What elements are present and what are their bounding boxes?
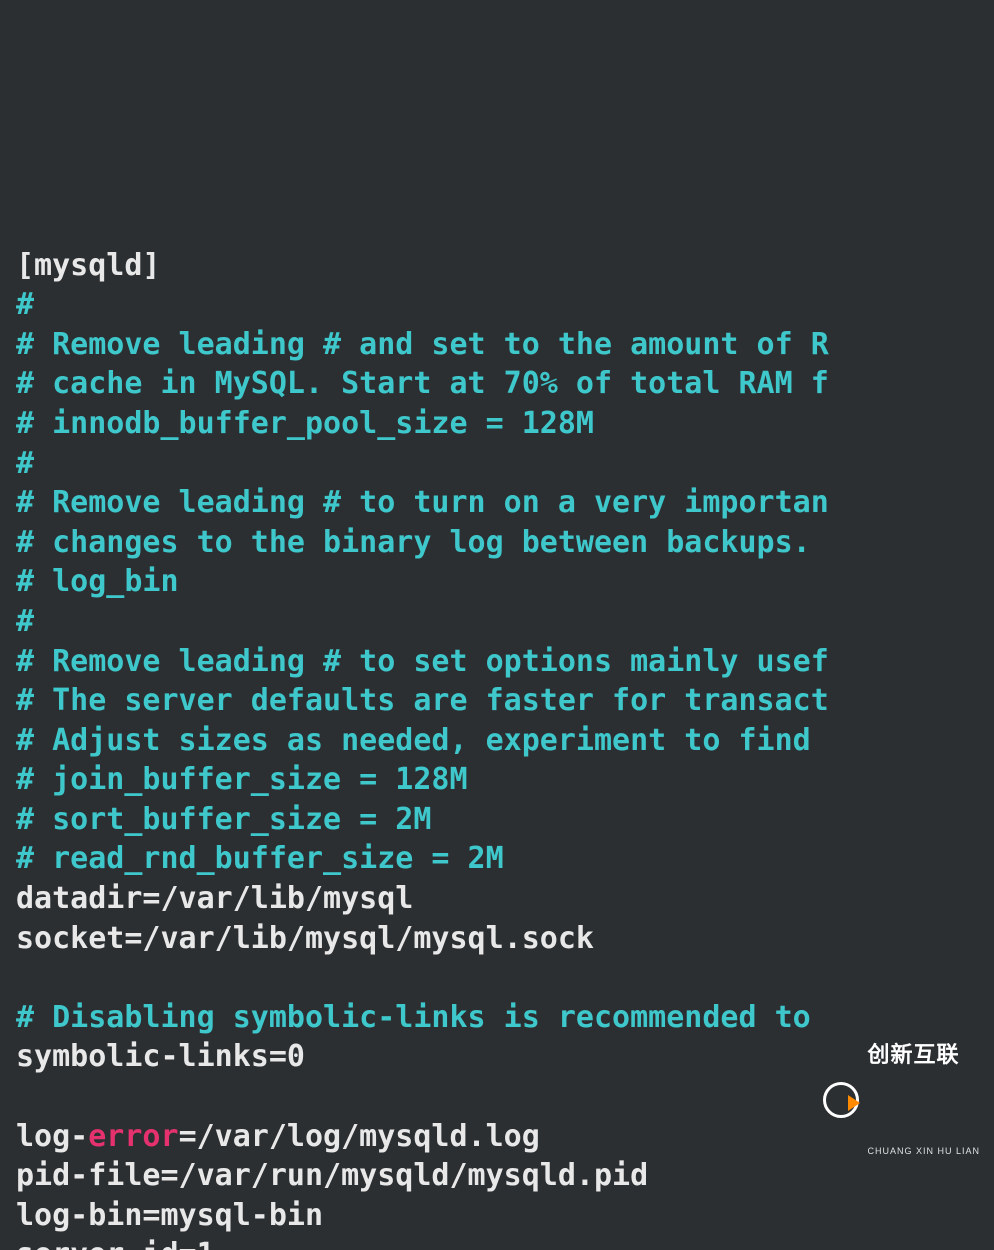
config-log-error: log-error=/var/log/mysqld.log	[16, 1119, 540, 1154]
comment-line: # Disabling symbolic-links is recommende…	[16, 1000, 829, 1035]
comment-line: #	[16, 604, 34, 639]
comment-line: # join_buffer_size = 128M	[16, 762, 468, 797]
comment-line: # The server defaults are faster for tra…	[16, 683, 829, 718]
keyword-error: error	[88, 1119, 178, 1154]
comment-line: # log_bin	[16, 564, 179, 599]
comment-line: # sort_buffer_size = 2M	[16, 802, 431, 837]
comment-line: # changes to the binary log between back…	[16, 525, 811, 560]
config-pid-file: pid-file=/var/run/mysqld/mysqld.pid	[16, 1158, 648, 1193]
watermark-logo-icon	[823, 1082, 859, 1118]
comment-line: #	[16, 287, 34, 322]
watermark: 创新互联 CHUANG XIN HU LIAN	[823, 965, 980, 1236]
config-socket: socket=/var/lib/mysql/mysql.sock	[16, 921, 594, 956]
config-symlinks: symbolic-links=0	[16, 1039, 305, 1074]
comment-line: # Adjust sizes as needed, experiment to …	[16, 723, 829, 758]
watermark-text: 创新互联 CHUANG XIN HU LIAN	[867, 965, 980, 1236]
config-datadir: datadir=/var/lib/mysql	[16, 881, 413, 916]
watermark-subtitle: CHUANG XIN HU LIAN	[867, 1147, 980, 1156]
watermark-title: 创新互联	[867, 1044, 980, 1066]
comment-line: # innodb_buffer_pool_size = 128M	[16, 406, 594, 441]
section-header: [mysqld]	[16, 248, 161, 283]
comment-line: # Remove leading # to set options mainly…	[16, 644, 829, 679]
comment-line: # Remove leading # and set to the amount…	[16, 327, 829, 362]
config-log-bin: log-bin=mysql-bin	[16, 1198, 323, 1233]
config-server-id: server-id=1	[16, 1237, 215, 1250]
comment-line: # read_rnd_buffer_size = 2M	[16, 841, 504, 876]
comment-line: # cache in MySQL. Start at 70% of total …	[16, 366, 829, 401]
comment-line: # Remove leading # to turn on a very imp…	[16, 485, 829, 520]
comment-line: #	[16, 446, 34, 481]
